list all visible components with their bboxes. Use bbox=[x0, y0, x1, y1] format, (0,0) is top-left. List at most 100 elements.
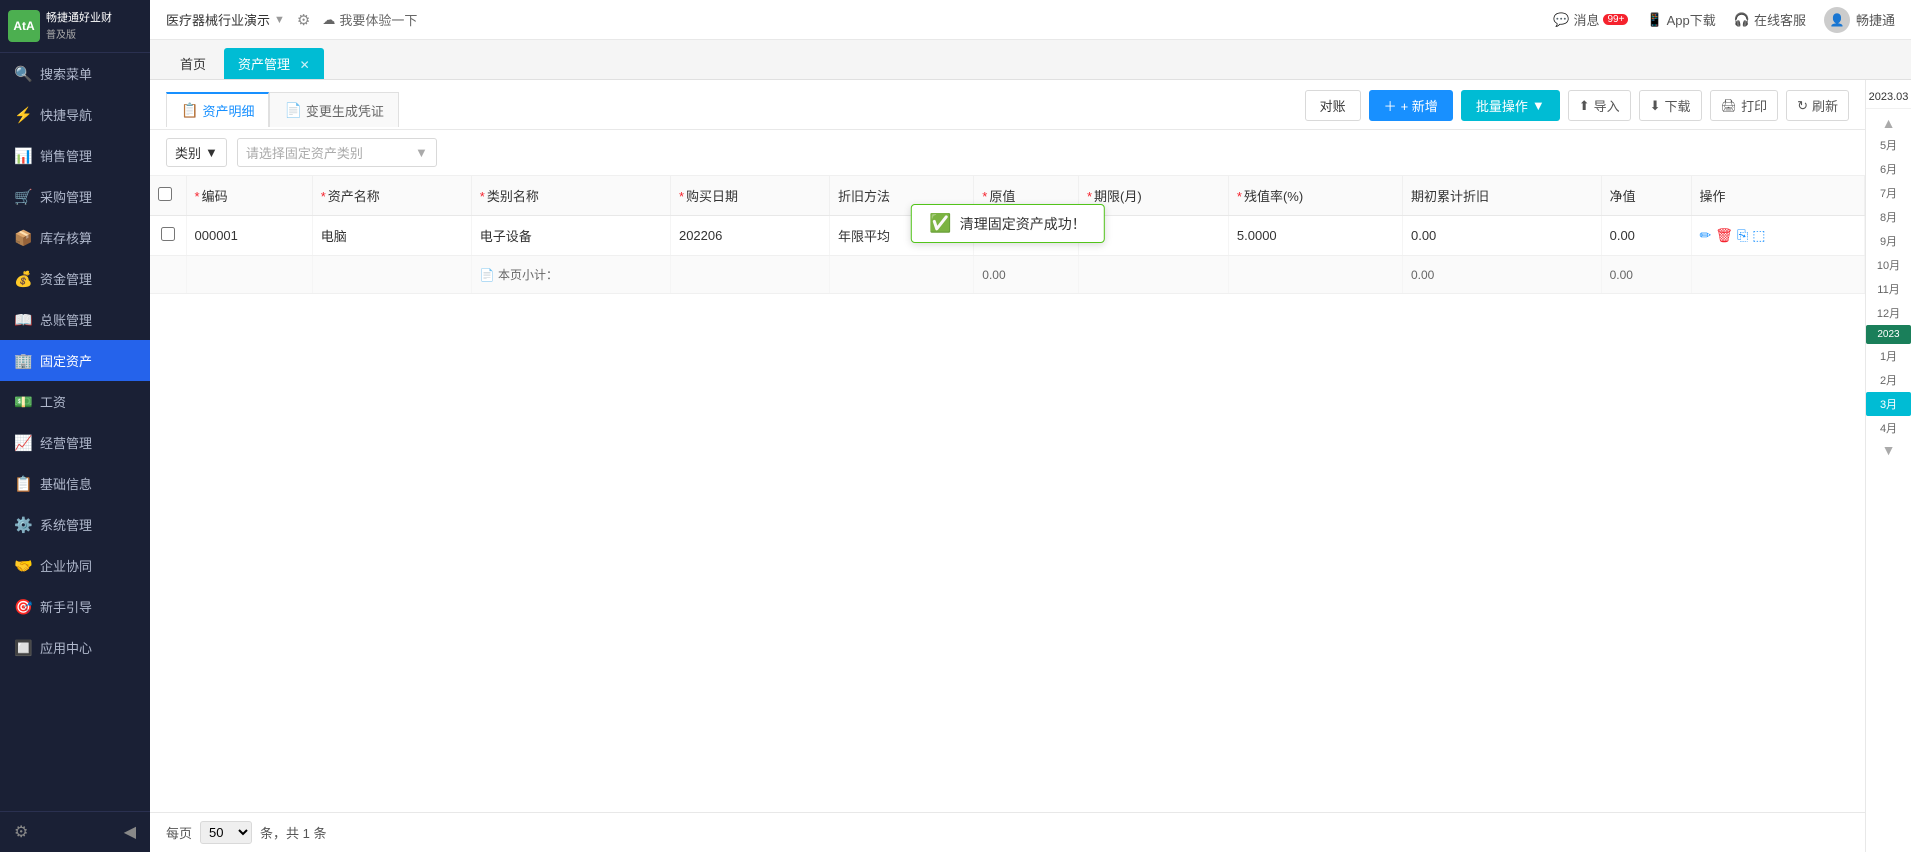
sidebar-item-apps[interactable]: 🔲 应用中心 bbox=[0, 627, 150, 668]
refresh-button[interactable]: ↻ 刷新 bbox=[1786, 90, 1849, 121]
ledger-button[interactable]: 对账 bbox=[1305, 90, 1361, 121]
toolbar-right: 对账 ＋ + 新增 批量操作 ▼ ⬆ 导入 ⬇ 下载 bbox=[1305, 90, 1849, 129]
print-button[interactable]: 🖨 打印 bbox=[1710, 90, 1779, 121]
message-icon: 💬 bbox=[1553, 12, 1569, 28]
sidebar-item-quicknav[interactable]: ⚡ 快捷导航 bbox=[0, 94, 150, 135]
payroll-icon: 💵 bbox=[14, 393, 32, 411]
logo-icon: AtA bbox=[8, 10, 40, 42]
user-area[interactable]: 👤 畅捷通 bbox=[1824, 7, 1895, 33]
company-name[interactable]: 医疗器械行业演示 ▼ bbox=[166, 10, 285, 29]
sidebar-item-collab[interactable]: 🤝 企业协同 bbox=[0, 545, 150, 586]
timeline-item-9[interactable]: 9月 bbox=[1866, 229, 1911, 253]
sidebar-item-purchase[interactable]: 🛒 采购管理 bbox=[0, 176, 150, 217]
timeline-item-4[interactable]: 4月 bbox=[1866, 416, 1911, 440]
sidebar-bottom: ⚙ ◀ bbox=[0, 811, 150, 852]
sidebar-item-basic[interactable]: 📋 基础信息 bbox=[0, 463, 150, 504]
online-service-btn[interactable]: 🎧 在线客服 bbox=[1734, 10, 1806, 29]
settings-icon[interactable]: ⚙ bbox=[297, 11, 310, 29]
import-button[interactable]: ⬆ 导入 bbox=[1568, 90, 1631, 121]
per-page-select[interactable]: 50 100 bbox=[200, 821, 252, 844]
more-icon[interactable]: ⬚ bbox=[1752, 227, 1765, 244]
toast-check-icon: ✅ bbox=[929, 213, 951, 234]
guide-icon: 🎯 bbox=[14, 598, 32, 616]
sidebar-item-assets[interactable]: 🏢 固定资产 bbox=[0, 340, 150, 381]
filter-bar: 类别 ▼ 请选择固定资产类别 ▼ bbox=[150, 130, 1865, 176]
sidebar-item-operations[interactable]: 📈 经营管理 bbox=[0, 422, 150, 463]
row-purchase-date: 202206 bbox=[670, 216, 829, 256]
sidebar-item-inventory[interactable]: 📦 库存核算 bbox=[0, 217, 150, 258]
edit-icon[interactable]: ✏ bbox=[1700, 227, 1712, 244]
subtotal-net: 0.00 bbox=[1601, 256, 1691, 294]
refresh-icon: ↻ bbox=[1797, 98, 1808, 114]
inner-tab-list: 📋 资产明细 📄 变更生成凭证 bbox=[166, 92, 399, 127]
tab-close-icon[interactable]: ✕ bbox=[300, 58, 310, 72]
timeline-item-11[interactable]: 11月 bbox=[1866, 277, 1911, 301]
funds-icon: 💰 bbox=[14, 270, 32, 288]
category-select[interactable]: 类别 ▼ bbox=[166, 138, 227, 167]
row-residual-rate: 5.0000 bbox=[1228, 216, 1402, 256]
batch-button[interactable]: 批量操作 ▼ bbox=[1461, 90, 1560, 121]
sidebar-item-guide[interactable]: 🎯 新手引导 bbox=[0, 586, 150, 627]
timeline-item-7[interactable]: 7月 bbox=[1866, 181, 1911, 205]
timeline-item-8[interactable]: 8月 bbox=[1866, 205, 1911, 229]
import-icon: ⬆ bbox=[1579, 98, 1590, 114]
header-net-value: 净值 bbox=[1601, 176, 1691, 216]
delete-icon[interactable]: 🗑 bbox=[1715, 227, 1733, 244]
timeline-item-5[interactable]: 5月 bbox=[1866, 133, 1911, 157]
sidebar-item-system[interactable]: ⚙️ 系统管理 bbox=[0, 504, 150, 545]
total-label: 条，共 1 条 bbox=[260, 823, 326, 842]
success-toast: ✅ 清理固定资产成功！ bbox=[910, 204, 1104, 243]
sidebar-item-sales[interactable]: 📊 销售管理 bbox=[0, 135, 150, 176]
company-chevron-icon: ▼ bbox=[274, 14, 285, 26]
timeline-item-3[interactable]: 3月 bbox=[1866, 392, 1911, 416]
timeline-scroll-up[interactable]: ▲ bbox=[1880, 113, 1898, 133]
row-checkbox[interactable] bbox=[161, 227, 175, 241]
download-button[interactable]: ⬇ 下载 bbox=[1639, 90, 1702, 121]
sidebar-item-label: 基础信息 bbox=[40, 474, 92, 493]
timeline-item-2[interactable]: 2月 bbox=[1866, 368, 1911, 392]
timeline-item-6[interactable]: 6月 bbox=[1866, 157, 1911, 181]
sidebar-item-funds[interactable]: 💰 资金管理 bbox=[0, 258, 150, 299]
sidebar: AtA 畅捷通好业财 普及版 🔍 搜索菜单 ⚡ 快捷导航 📊 销售管理 🛒 采购… bbox=[0, 0, 150, 852]
service-icon: 🎧 bbox=[1734, 12, 1750, 28]
timeline-scroll-down[interactable]: ▼ bbox=[1880, 440, 1898, 460]
sidebar-item-search[interactable]: 🔍 搜索菜单 bbox=[0, 53, 150, 94]
experience-btn[interactable]: ☁ 我要体验一下 bbox=[322, 10, 417, 29]
category-input[interactable]: 请选择固定资产类别 ▼ bbox=[237, 138, 437, 167]
table-wrapper: ✅ 清理固定资产成功！ *编码 *资产名称 bbox=[150, 176, 1865, 812]
messages-btn[interactable]: 💬 消息 99+ bbox=[1553, 10, 1628, 29]
collapse-icon[interactable]: ◀ bbox=[124, 822, 136, 842]
row-accum-depreciation: 0.00 bbox=[1402, 216, 1601, 256]
row-code: 000001 bbox=[186, 216, 312, 256]
ledger-icon: 📖 bbox=[14, 311, 32, 329]
header-checkbox-col bbox=[150, 176, 186, 216]
apps-icon: 🔲 bbox=[14, 639, 32, 657]
app-logo: AtA 畅捷通好业财 普及版 bbox=[0, 0, 150, 53]
row-actions: ✏ 🗑 ⎘ ⬚ bbox=[1691, 216, 1864, 256]
content-area: 📋 资产明细 📄 变更生成凭证 对账 ＋ + 新增 批量操作 bbox=[150, 80, 1911, 852]
select-all-checkbox[interactable] bbox=[158, 187, 172, 201]
timeline-year-2023: 2023 bbox=[1866, 325, 1911, 344]
sidebar-item-label: 经营管理 bbox=[40, 433, 92, 452]
timeline-item-10[interactable]: 10月 bbox=[1866, 253, 1911, 277]
logo-text: 畅捷通好业财 bbox=[46, 11, 112, 26]
app-download-btn[interactable]: 📱 App下载 bbox=[1646, 10, 1715, 29]
header-actions: 操作 bbox=[1691, 176, 1864, 216]
tab-home[interactable]: 首页 bbox=[166, 48, 220, 79]
timeline-item-1[interactable]: 1月 bbox=[1866, 344, 1911, 368]
sidebar-item-payroll[interactable]: 💵 工资 bbox=[0, 381, 150, 422]
sidebar-item-ledger[interactable]: 📖 总账管理 bbox=[0, 299, 150, 340]
logo-sub: 普及版 bbox=[46, 26, 112, 41]
tab-asset-detail[interactable]: 📋 资产明细 bbox=[166, 92, 269, 127]
purchase-icon: 🛒 bbox=[14, 188, 32, 206]
timeline-item-12[interactable]: 12月 bbox=[1866, 301, 1911, 325]
tab-voucher[interactable]: 📄 变更生成凭证 bbox=[269, 92, 398, 127]
header-residual-rate: *残值率(%) bbox=[1228, 176, 1402, 216]
settings-bottom-icon[interactable]: ⚙ bbox=[14, 822, 28, 842]
sidebar-item-label: 库存核算 bbox=[40, 228, 92, 247]
copy-icon[interactable]: ⎘ bbox=[1737, 227, 1748, 244]
inventory-icon: 📦 bbox=[14, 229, 32, 247]
new-button[interactable]: ＋ + 新增 bbox=[1369, 90, 1453, 121]
tab-assets[interactable]: 资产管理 ✕ bbox=[224, 48, 324, 79]
right-sidebar: 2023.03 ▲ 5月 6月 7月 8月 9月 10月 11月 12月 202… bbox=[1865, 80, 1911, 852]
